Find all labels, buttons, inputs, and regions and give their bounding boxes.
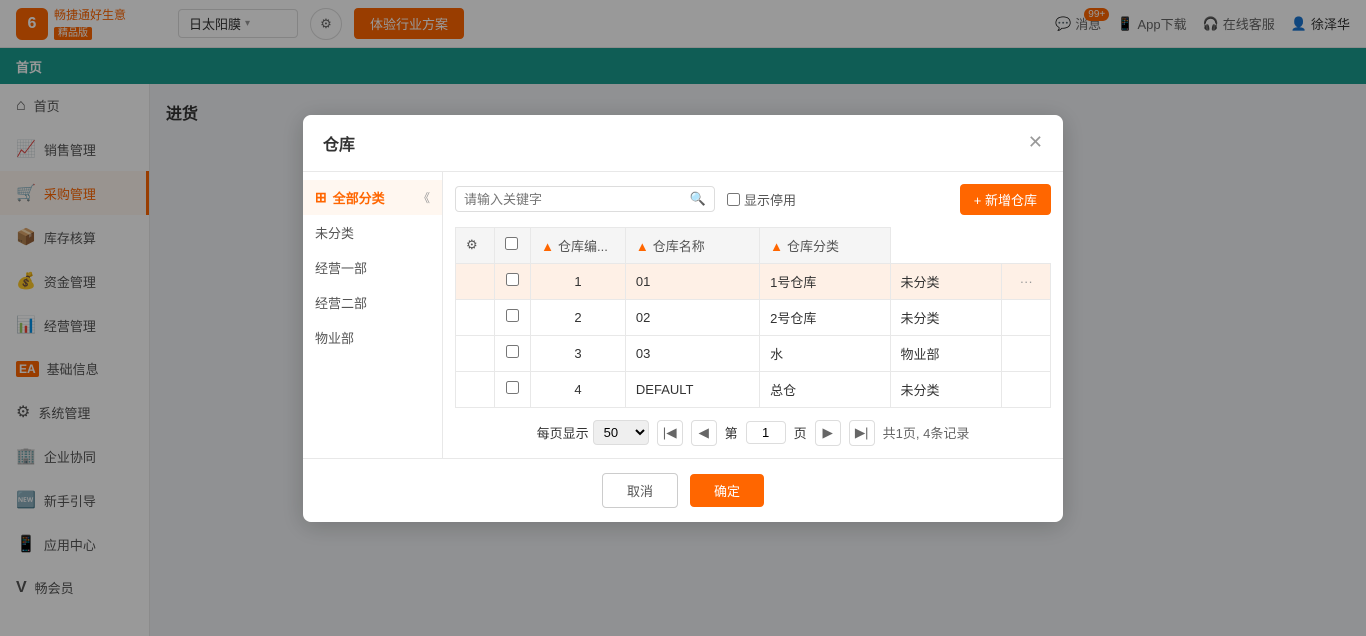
row-checkbox-cell[interactable]: [495, 263, 531, 299]
row-actions[interactable]: [1002, 299, 1051, 335]
settings-th-icon: ⚙: [466, 237, 478, 252]
table-row[interactable]: 3 03 水 物业部: [456, 335, 1051, 371]
row-name: 1号仓库: [760, 263, 890, 299]
modal-body: ⊞ 全部分类 《 未分类 经营一部 经营二部 物业部 🔍: [303, 172, 1063, 458]
row-name: 2号仓库: [760, 299, 890, 335]
table-toolbar: 🔍 显示停用 + 新增仓库: [455, 184, 1051, 215]
cat-item-dept1[interactable]: 经营一部: [303, 250, 442, 285]
row-category: 未分类: [890, 263, 1002, 299]
row-checkbox-cell[interactable]: [495, 299, 531, 335]
search-input[interactable]: [464, 192, 684, 207]
row-code: DEFAULT: [625, 371, 759, 407]
confirm-button[interactable]: 确定: [690, 474, 764, 507]
modal-footer: 取消 确定: [303, 458, 1063, 522]
row-checkbox-cell[interactable]: [495, 371, 531, 407]
row-num: 3: [531, 335, 626, 371]
th-category: ▲仓库分类: [760, 227, 890, 263]
category-sidebar: ⊞ 全部分类 《 未分类 经营一部 经营二部 物业部: [303, 172, 443, 458]
table-area: 🔍 显示停用 + 新增仓库 ⚙ ▲仓库编...: [443, 172, 1063, 458]
row-checkbox[interactable]: [506, 345, 519, 358]
add-warehouse-button[interactable]: + 新增仓库: [960, 184, 1051, 215]
th-code: ▲仓库编...: [531, 227, 626, 263]
all-categories-text: 全部分类: [333, 188, 385, 207]
row-num: 1: [531, 263, 626, 299]
pagination: 每页显示 50 20 100 |◀ ◀ 第 页 ▶ ▶| 共1页, 4条记录: [455, 420, 1051, 446]
modal-close-button[interactable]: ✕: [1028, 132, 1043, 153]
table-row[interactable]: 2 02 2号仓库 未分类: [456, 299, 1051, 335]
row-category: 未分类: [890, 371, 1002, 407]
row-category: 物业部: [890, 335, 1002, 371]
row-category: 未分类: [890, 299, 1002, 335]
warehouse-modal: 仓库 ✕ ⊞ 全部分类 《 未分类 经营一部 经营二部 物业部: [303, 115, 1063, 522]
show-disabled-checkbox[interactable]: [727, 193, 740, 206]
page-label: 第: [725, 423, 738, 442]
th-name: ▲仓库名称: [625, 227, 759, 263]
row-num: 4: [531, 371, 626, 407]
select-all-checkbox[interactable]: [505, 237, 518, 250]
per-page-select[interactable]: 50 20 100: [593, 420, 649, 445]
all-categories-item[interactable]: ⊞ 全部分类 《: [303, 180, 442, 215]
warehouse-table: ⚙ ▲仓库编... ▲仓库名称 ▲仓库分类 1 01 1号仓库 未分类 ··· …: [455, 227, 1051, 408]
row-name: 总仓: [760, 371, 890, 407]
cat-item-dept2[interactable]: 经营二部: [303, 285, 442, 320]
cancel-button[interactable]: 取消: [602, 473, 678, 508]
next-page-btn[interactable]: ▶: [815, 420, 841, 446]
row-settings-cell: [456, 263, 495, 299]
row-checkbox[interactable]: [506, 273, 519, 286]
page-input[interactable]: [746, 421, 786, 444]
row-checkbox[interactable]: [506, 381, 519, 394]
search-box[interactable]: 🔍: [455, 186, 715, 212]
row-settings-cell: [456, 335, 495, 371]
table-row[interactable]: 1 01 1号仓库 未分类 ···: [456, 263, 1051, 299]
row-code: 03: [625, 335, 759, 371]
th-settings: ⚙: [456, 227, 495, 263]
page-unit: 页: [794, 423, 807, 442]
row-code: 01: [625, 263, 759, 299]
first-page-btn[interactable]: |◀: [657, 420, 683, 446]
row-code: 02: [625, 299, 759, 335]
modal-title: 仓库: [323, 131, 355, 155]
show-disabled-text: 显示停用: [744, 190, 796, 209]
prev-page-btn[interactable]: ◀: [691, 420, 717, 446]
row-num: 2: [531, 299, 626, 335]
show-disabled-label[interactable]: 显示停用: [727, 190, 796, 209]
cat-item-unclassified[interactable]: 未分类: [303, 215, 442, 250]
all-categories-label: ⊞ 全部分类: [315, 188, 385, 207]
last-page-btn[interactable]: ▶|: [849, 420, 875, 446]
cat-item-property[interactable]: 物业部: [303, 320, 442, 355]
th-checkbox: [495, 227, 531, 263]
search-icon[interactable]: 🔍: [690, 191, 706, 207]
row-actions[interactable]: [1002, 335, 1051, 371]
per-page-area: 每页显示 50 20 100: [537, 420, 649, 445]
grid-icon: ⊞: [315, 189, 327, 206]
modal-header: 仓库 ✕: [303, 115, 1063, 172]
cat-collapse-icon[interactable]: 《: [418, 189, 430, 206]
row-actions[interactable]: [1002, 371, 1051, 407]
row-checkbox-cell[interactable]: [495, 335, 531, 371]
row-settings-cell: [456, 371, 495, 407]
row-actions[interactable]: ···: [1002, 263, 1051, 299]
table-row[interactable]: 4 DEFAULT 总仓 未分类: [456, 371, 1051, 407]
per-page-label: 每页显示: [537, 423, 589, 442]
row-name: 水: [760, 335, 890, 371]
total-info: 共1页, 4条记录: [883, 423, 970, 442]
modal-overlay: 仓库 ✕ ⊞ 全部分类 《 未分类 经营一部 经营二部 物业部: [0, 0, 1366, 636]
row-checkbox[interactable]: [506, 309, 519, 322]
row-settings-cell: [456, 299, 495, 335]
